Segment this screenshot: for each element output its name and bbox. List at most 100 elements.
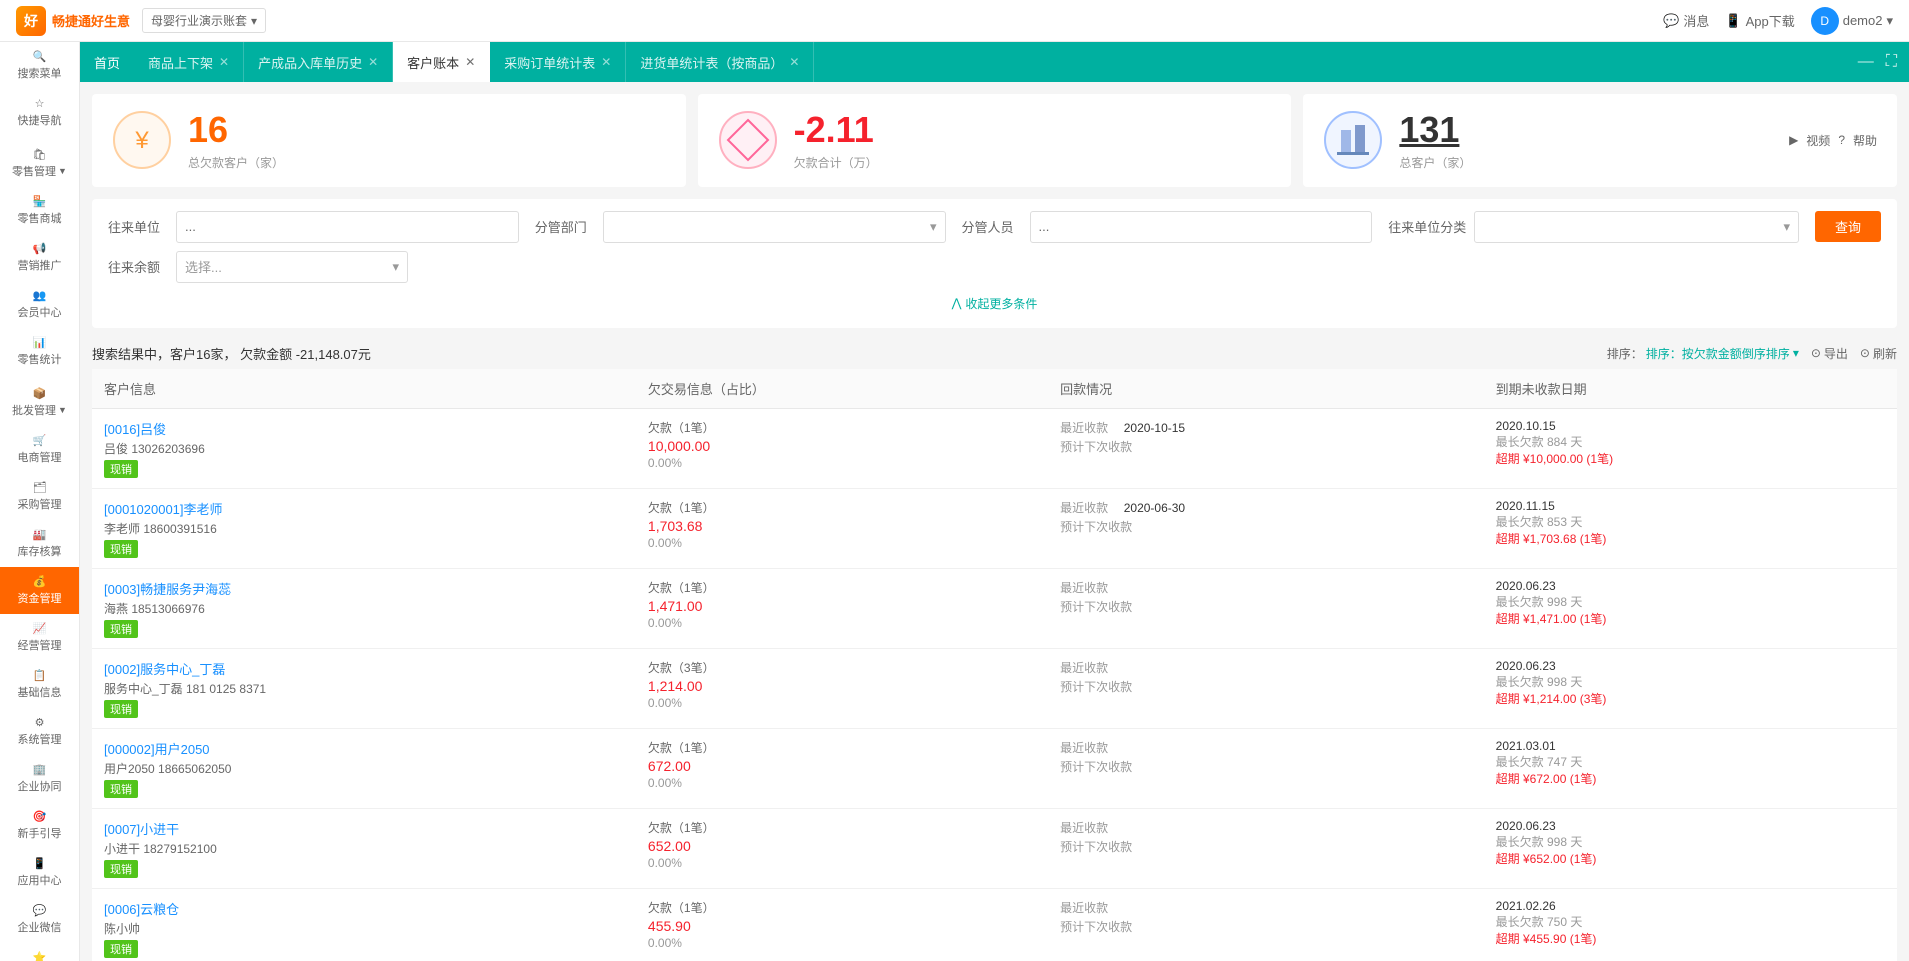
sidebar-quick-nav[interactable]: ☆ 快捷导航 xyxy=(0,89,79,136)
filter-row-1: 往来单位 ... 分管部门 ▾ 分管人员 xyxy=(108,211,1881,243)
sidebar-item-member-vip[interactable]: ⭐ 畅会员 xyxy=(0,943,79,961)
sidebar-item-system[interactable]: ⚙ 系统管理 xyxy=(0,708,79,755)
customer-name[interactable]: [0002]服务中心_丁磊 xyxy=(104,659,624,678)
logo-text: 畅捷通好生意 xyxy=(52,11,130,30)
message-label: 消息 xyxy=(1683,11,1709,30)
tab-purchase-product[interactable]: 进货单统计表（按商品） ✕ xyxy=(626,42,814,82)
chevron-down-icon: ▾ xyxy=(930,219,937,235)
help-label[interactable]: 帮助 xyxy=(1853,132,1877,149)
tab-close-icon[interactable]: ✕ xyxy=(601,55,611,69)
customer-name[interactable]: [0016]吕俊 xyxy=(104,419,624,438)
overdue-amount[interactable]: 超期 ¥455.90 (1笔) xyxy=(1496,930,1885,947)
search-button[interactable]: 查询 xyxy=(1815,211,1881,242)
sidebar-item-member[interactable]: 👥 会员中心 xyxy=(0,281,79,328)
customer-name[interactable]: [0003]畅捷服务尹海蕊 xyxy=(104,579,624,598)
sidebar-item-label: 零售管理 ▼ xyxy=(12,163,67,179)
overdue-amount[interactable]: 超期 ¥1,703.68 (1笔) xyxy=(1496,530,1885,547)
due-date-cell: 2020.06.23 最长欠款 998 天 超期 ¥1,214.00 (3笔) xyxy=(1484,648,1897,728)
collapse-btn[interactable]: ⋀ 收起更多条件 xyxy=(108,291,1881,316)
overdue-amount[interactable]: 超期 ¥672.00 (1笔) xyxy=(1496,770,1885,787)
sidebar-item-warehouse[interactable]: 🏭 库存核算 xyxy=(0,520,79,567)
stat-label-total-customers: 总客户（家） xyxy=(1399,154,1471,171)
export-btn[interactable]: ⊙ 导出 xyxy=(1811,345,1848,362)
person-input[interactable]: ... xyxy=(1030,211,1373,243)
ecommerce-icon: 🛒 xyxy=(33,434,47,447)
sidebar-item-ecommerce[interactable]: 🛒 电商管理 xyxy=(0,426,79,473)
dept-select[interactable]: ▾ xyxy=(603,211,946,243)
due-date-cell: 2020.06.23 最长欠款 998 天 超期 ¥652.00 (1笔) xyxy=(1484,808,1897,888)
customer-tag: 现销 xyxy=(104,940,138,958)
customer-name[interactable]: [0007]小进干 xyxy=(104,819,624,838)
customer-name[interactable]: [000002]用户2050 xyxy=(104,739,624,758)
recovery-date: 2020-10-15 xyxy=(1112,421,1185,435)
unit-class-select[interactable]: ▾ xyxy=(1474,211,1799,243)
message-btn[interactable]: 💬 消息 xyxy=(1663,11,1709,30)
export-icon: ⊙ xyxy=(1811,346,1821,360)
sidebar-item-app-center[interactable]: 📱 应用中心 xyxy=(0,849,79,896)
from-unit-input[interactable]: ... xyxy=(176,211,519,243)
overdue-amount[interactable]: 超期 ¥1,214.00 (3笔) xyxy=(1496,690,1885,707)
tab-product-off[interactable]: 商品上下架 ✕ xyxy=(134,42,244,82)
refresh-btn[interactable]: ⊙ 刷新 xyxy=(1860,345,1897,362)
recovery-info: 最近收款 2020-06-30 xyxy=(1060,499,1472,516)
store-selector[interactable]: 母婴行业演示账套 ▾ xyxy=(142,8,266,33)
debt-amount[interactable]: 672.00 xyxy=(648,758,1036,774)
app-download-btn[interactable]: 📱 App下载 xyxy=(1725,11,1794,30)
balance-select[interactable]: 选择... ▾ xyxy=(176,251,408,283)
tab-home[interactable]: 首页 xyxy=(80,42,134,82)
debt-info-cell: 欠款（1笔） 10,000.00 0.00% xyxy=(636,408,1048,488)
recovery-label: 最近收款 xyxy=(1060,901,1108,915)
sidebar-item-operation[interactable]: 📈 经营管理 xyxy=(0,614,79,661)
customer-name[interactable]: [0006]云粮仓 xyxy=(104,899,624,918)
sort-btn[interactable]: 排序： 排序：按欠款金额倒序排序 ▾ xyxy=(1607,345,1799,362)
overdue-date: 2021.02.26 xyxy=(1496,899,1885,913)
chevron-down-icon: ▾ xyxy=(251,14,257,28)
tab-close-icon[interactable]: ✕ xyxy=(789,55,799,69)
tab-minimize-btn[interactable]: — xyxy=(1854,53,1878,71)
warehouse-icon: 🏭 xyxy=(33,528,47,541)
sidebar-item-wechat[interactable]: 💬 企业微信 xyxy=(0,896,79,943)
sidebar-item-retail-store[interactable]: 🏪 零售商城 xyxy=(0,187,79,234)
from-unit-dots: ... xyxy=(185,219,196,234)
due-date-cell: 2020.06.23 最长欠款 998 天 超期 ¥1,471.00 (1笔) xyxy=(1484,568,1897,648)
sidebar-item-basic-info[interactable]: 📋 基础信息 xyxy=(0,661,79,708)
debt-amount[interactable]: 455.90 xyxy=(648,918,1036,934)
sidebar-item-finance[interactable]: 💰 资金管理 xyxy=(0,567,79,614)
tab-product-history[interactable]: 产成品入库单历史 ✕ xyxy=(244,42,393,82)
sidebar-item-enterprise[interactable]: 🏢 企业协同 xyxy=(0,755,79,802)
filter-person: 分管人员 ... xyxy=(962,211,1373,243)
tab-maximize-btn[interactable]: ⛶ xyxy=(1882,53,1901,71)
tab-label: 产成品入库单历史 xyxy=(258,53,362,72)
sidebar-item-newbie[interactable]: 🎯 新手引导 xyxy=(0,802,79,849)
debt-info-cell: 欠款（3笔） 1,214.00 0.00% xyxy=(636,648,1048,728)
debt-amount[interactable]: 1,214.00 xyxy=(648,678,1036,694)
user-menu[interactable]: D demo2 ▾ xyxy=(1811,7,1893,35)
tab-close-icon[interactable]: ✕ xyxy=(368,55,378,69)
customer-tag: 现销 xyxy=(104,780,138,798)
tab-close-icon[interactable]: ✕ xyxy=(465,55,475,69)
debt-amount[interactable]: 1,471.00 xyxy=(648,598,1036,614)
sidebar-item-retail-manage[interactable]: 🛍 零售管理 ▼ xyxy=(0,140,79,187)
recovery-cell: 最近收款 预计下次收款 xyxy=(1048,728,1484,808)
debt-percent: 0.00% xyxy=(648,776,1036,790)
debt-amount[interactable]: 10,000.00 xyxy=(648,438,1036,454)
recovery-label: 最近收款 xyxy=(1060,661,1108,675)
customer-name[interactable]: [0001020001]李老师 xyxy=(104,499,624,518)
gear-icon: ⚙ xyxy=(35,716,45,729)
recovery-info: 最近收款 xyxy=(1060,739,1472,756)
overdue-amount[interactable]: 超期 ¥652.00 (1笔) xyxy=(1496,850,1885,867)
recovery-label: 最近收款 xyxy=(1060,581,1108,595)
overdue-amount[interactable]: 超期 ¥1,471.00 (1笔) xyxy=(1496,610,1885,627)
view-label[interactable]: 视频 xyxy=(1806,132,1830,149)
sidebar-item-marketing[interactable]: 📢 营销推广 xyxy=(0,234,79,281)
debt-amount[interactable]: 652.00 xyxy=(648,838,1036,854)
tab-purchase-stats[interactable]: 采购订单统计表 ✕ xyxy=(490,42,626,82)
tab-customer-account[interactable]: 客户账本 ✕ xyxy=(393,42,490,82)
sidebar-item-retail-stats[interactable]: 📊 零售统计 xyxy=(0,328,79,375)
sidebar-search[interactable]: 🔍 搜索菜单 xyxy=(0,42,79,89)
debt-amount[interactable]: 1,703.68 xyxy=(648,518,1036,534)
overdue-amount[interactable]: 超期 ¥10,000.00 (1笔) xyxy=(1496,450,1885,467)
sidebar-item-purchase[interactable]: 🗂 采购管理 xyxy=(0,473,79,520)
sidebar-item-batch-manage[interactable]: 📦 批发管理 ▼ xyxy=(0,379,79,426)
tab-close-icon[interactable]: ✕ xyxy=(219,55,229,69)
